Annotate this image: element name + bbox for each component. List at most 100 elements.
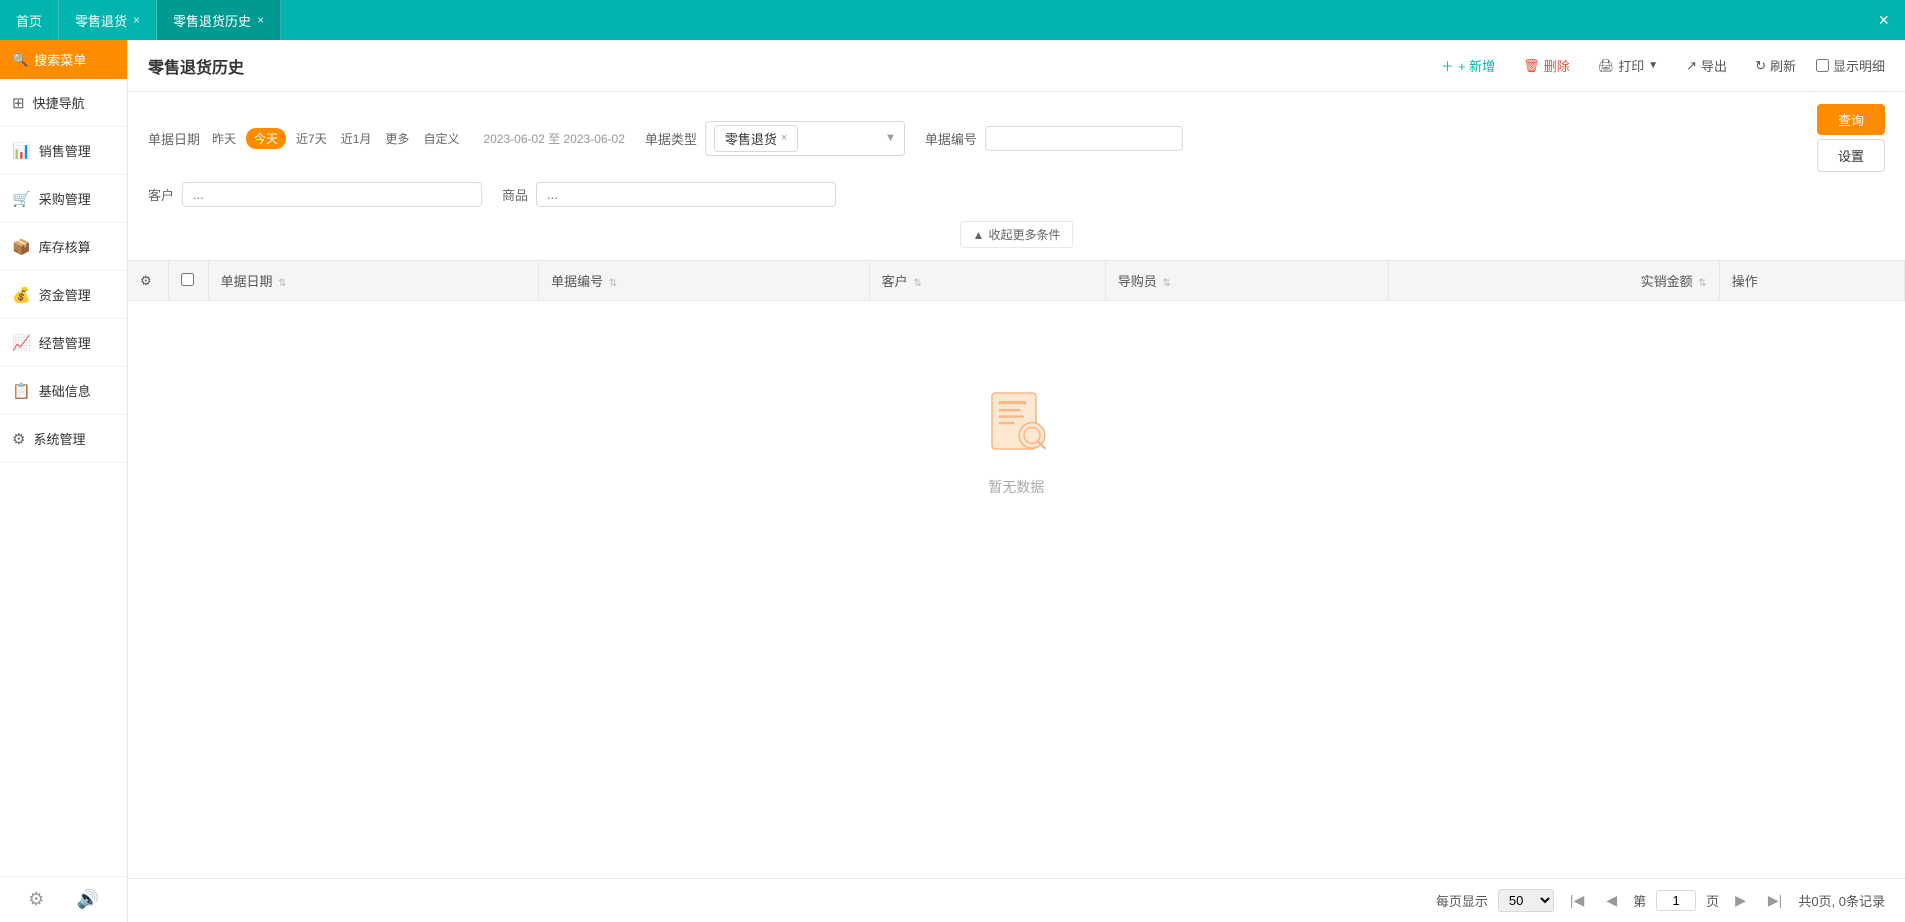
print-button[interactable]: 🖨 打印 ▼ [1590, 52, 1666, 79]
top-bar: 首页 零售退货 × 零售退货历史 × × [0, 0, 1905, 40]
first-page-button[interactable]: |◀ [1564, 890, 1590, 911]
export-button[interactable]: ↗ 导出 [1678, 52, 1735, 79]
page-title: 零售退货历史 [148, 54, 244, 78]
sidebar-item-sales[interactable]: 📊 销售管理 [0, 127, 127, 175]
close-tab-retail-return-history[interactable]: × [257, 13, 264, 27]
sidebar-item-quick-nav[interactable]: ⊞ 快捷导航 [0, 79, 127, 127]
show-detail-checkbox[interactable] [1816, 59, 1829, 72]
tab-list: 首页 零售退货 × 零售退货历史 × [0, 0, 1862, 40]
sidebar-item-system[interactable]: ⚙ 系统管理 [0, 415, 127, 463]
date-opt-today[interactable]: 今天 [246, 128, 286, 149]
query-button[interactable]: 查询 [1817, 104, 1885, 135]
tab-retail-return[interactable]: 零售退货 × [59, 0, 157, 40]
filter-area: 单据日期 昨天 今天 近7天 近1月 更多 自定义 2023-06-02 至 2… [128, 92, 1905, 261]
date-filter: 单据日期 昨天 今天 近7天 近1月 更多 自定义 [148, 128, 463, 149]
show-detail-checkbox-label[interactable]: 显示明细 [1816, 56, 1885, 75]
sidebar-item-operations[interactable]: 📈 经营管理 [0, 319, 127, 367]
finance-icon: 💰 [12, 286, 31, 304]
filter-collapse-button[interactable]: ▲ 收起更多条件 [960, 221, 1074, 248]
empty-state: 暂无数据 [128, 301, 1905, 577]
type-tag-remove[interactable]: × [781, 132, 787, 144]
goods-label: 商品 [502, 185, 528, 204]
new-icon: ＋ [1441, 56, 1454, 75]
sort-amount-icon: ⇅ [1698, 278, 1706, 289]
delete-icon: 🗑 [1523, 58, 1540, 74]
empty-state-icon [976, 381, 1056, 461]
tab-home[interactable]: 首页 [0, 0, 59, 40]
th-voucher-no[interactable]: 单据编号 ⇅ [539, 261, 870, 301]
filter-row-2: 客户 商品 [148, 182, 1885, 207]
date-label: 单据日期 [148, 129, 200, 148]
page-input[interactable] [1656, 890, 1696, 911]
type-filter: 单据类型 零售退货 × ▼ [645, 121, 905, 156]
th-guide[interactable]: 导购员 ⇅ [1105, 261, 1388, 301]
print-icon: 🖨 [1598, 58, 1615, 74]
filter-row-1: 单据日期 昨天 今天 近7天 近1月 更多 自定义 2023-06-02 至 2… [148, 104, 1885, 172]
data-table: ⚙ 单据日期 ⇅ 单据编号 ⇅ 客户 ⇅ [128, 261, 1905, 577]
th-customer[interactable]: 客户 ⇅ [869, 261, 1105, 301]
voucher-filter: 单据编号 [925, 126, 1183, 151]
new-button[interactable]: ＋ + 新增 [1433, 52, 1503, 79]
date-range-display: 2023-06-02 至 2023-06-02 [483, 130, 624, 147]
goods-input[interactable] [536, 182, 836, 207]
delete-button[interactable]: 🗑 删除 [1515, 52, 1578, 79]
print-chevron-icon: ▼ [1648, 60, 1658, 71]
sidebar-search[interactable]: 🔍 搜索菜单 [0, 40, 127, 79]
search-icon: 🔍 [12, 52, 28, 68]
page-label: 第 [1633, 891, 1646, 910]
sidebar-item-purchase[interactable]: 🛒 采购管理 [0, 175, 127, 223]
empty-text: 暂无数据 [988, 477, 1044, 497]
close-tab-retail-return[interactable]: × [133, 13, 140, 27]
per-page-select[interactable]: 50 100 200 [1498, 889, 1554, 912]
th-settings[interactable]: ⚙ [128, 261, 168, 301]
th-date[interactable]: 单据日期 ⇅ [208, 261, 539, 301]
voucher-label: 单据编号 [925, 129, 977, 148]
th-checkbox[interactable] [168, 261, 208, 301]
refresh-icon: ↻ [1755, 58, 1766, 74]
purchase-icon: 🛒 [12, 190, 31, 208]
type-label: 单据类型 [645, 129, 697, 148]
quick-nav-icon: ⊞ [12, 94, 25, 112]
export-icon: ↗ [1686, 58, 1697, 74]
main-layout: 🔍 搜索菜单 ⊞ 快捷导航 📊 销售管理 🛒 采购管理 📦 库存核算 💰 资金管… [0, 40, 1905, 922]
next-page-button[interactable]: ▶ [1729, 890, 1752, 911]
page-header: 零售退货历史 ＋ + 新增 🗑 删除 🖨 打印 ▼ ↗ 导出 [128, 40, 1905, 92]
type-select-chevron: ▼ [885, 132, 896, 144]
select-all-checkbox[interactable] [181, 273, 194, 286]
per-page-label: 每页显示 [1436, 891, 1488, 910]
date-options: 昨天 今天 近7天 近1月 更多 自定义 [208, 128, 463, 149]
action-buttons: 查询 设置 [1817, 104, 1885, 172]
sidebar-item-basic-info[interactable]: 📋 基础信息 [0, 367, 127, 415]
voucher-input[interactable] [985, 126, 1183, 151]
goods-filter: 商品 [502, 182, 836, 207]
date-opt-yesterday[interactable]: 昨天 [208, 128, 240, 149]
page-unit-label: 页 [1706, 891, 1719, 910]
last-page-button[interactable]: ▶| [1762, 890, 1788, 911]
close-window-button[interactable]: × [1862, 10, 1905, 31]
settings-icon[interactable]: ⚙ [28, 889, 44, 910]
sidebar-item-inventory[interactable]: 📦 库存核算 [0, 223, 127, 271]
type-select[interactable]: 零售退货 × ▼ [705, 121, 905, 156]
th-operation: 操作 [1719, 261, 1904, 301]
sales-icon: 📊 [12, 142, 31, 160]
tab-retail-return-history[interactable]: 零售退货历史 × [157, 0, 281, 40]
date-opt-custom[interactable]: 自定义 [419, 128, 463, 149]
operations-icon: 📈 [12, 334, 31, 352]
table-container: ⚙ 单据日期 ⇅ 单据编号 ⇅ 客户 ⇅ [128, 261, 1905, 878]
inventory-icon: 📦 [12, 238, 31, 256]
pagination-bar: 每页显示 50 100 200 |◀ ◀ 第 页 ▶ ▶| 共0页, 0条记录 [128, 878, 1905, 922]
content-area: 零售退货历史 ＋ + 新增 🗑 删除 🖨 打印 ▼ ↗ 导出 [128, 40, 1905, 922]
setting-button[interactable]: 设置 [1817, 139, 1885, 172]
refresh-button[interactable]: ↻ 刷新 [1747, 52, 1804, 79]
prev-page-button[interactable]: ◀ [1600, 890, 1623, 911]
date-opt-7days[interactable]: 近7天 [292, 128, 331, 149]
total-label: 共0页, 0条记录 [1798, 891, 1885, 910]
system-icon: ⚙ [12, 430, 25, 448]
date-opt-1month[interactable]: 近1月 [337, 128, 376, 149]
volume-icon[interactable]: 🔊 [76, 889, 98, 910]
date-opt-more[interactable]: 更多 [381, 128, 413, 149]
th-amount[interactable]: 实销金额 ⇅ [1389, 261, 1720, 301]
customer-input[interactable] [182, 182, 482, 207]
sidebar-item-finance[interactable]: 💰 资金管理 [0, 271, 127, 319]
sort-customer-icon: ⇅ [913, 278, 921, 289]
